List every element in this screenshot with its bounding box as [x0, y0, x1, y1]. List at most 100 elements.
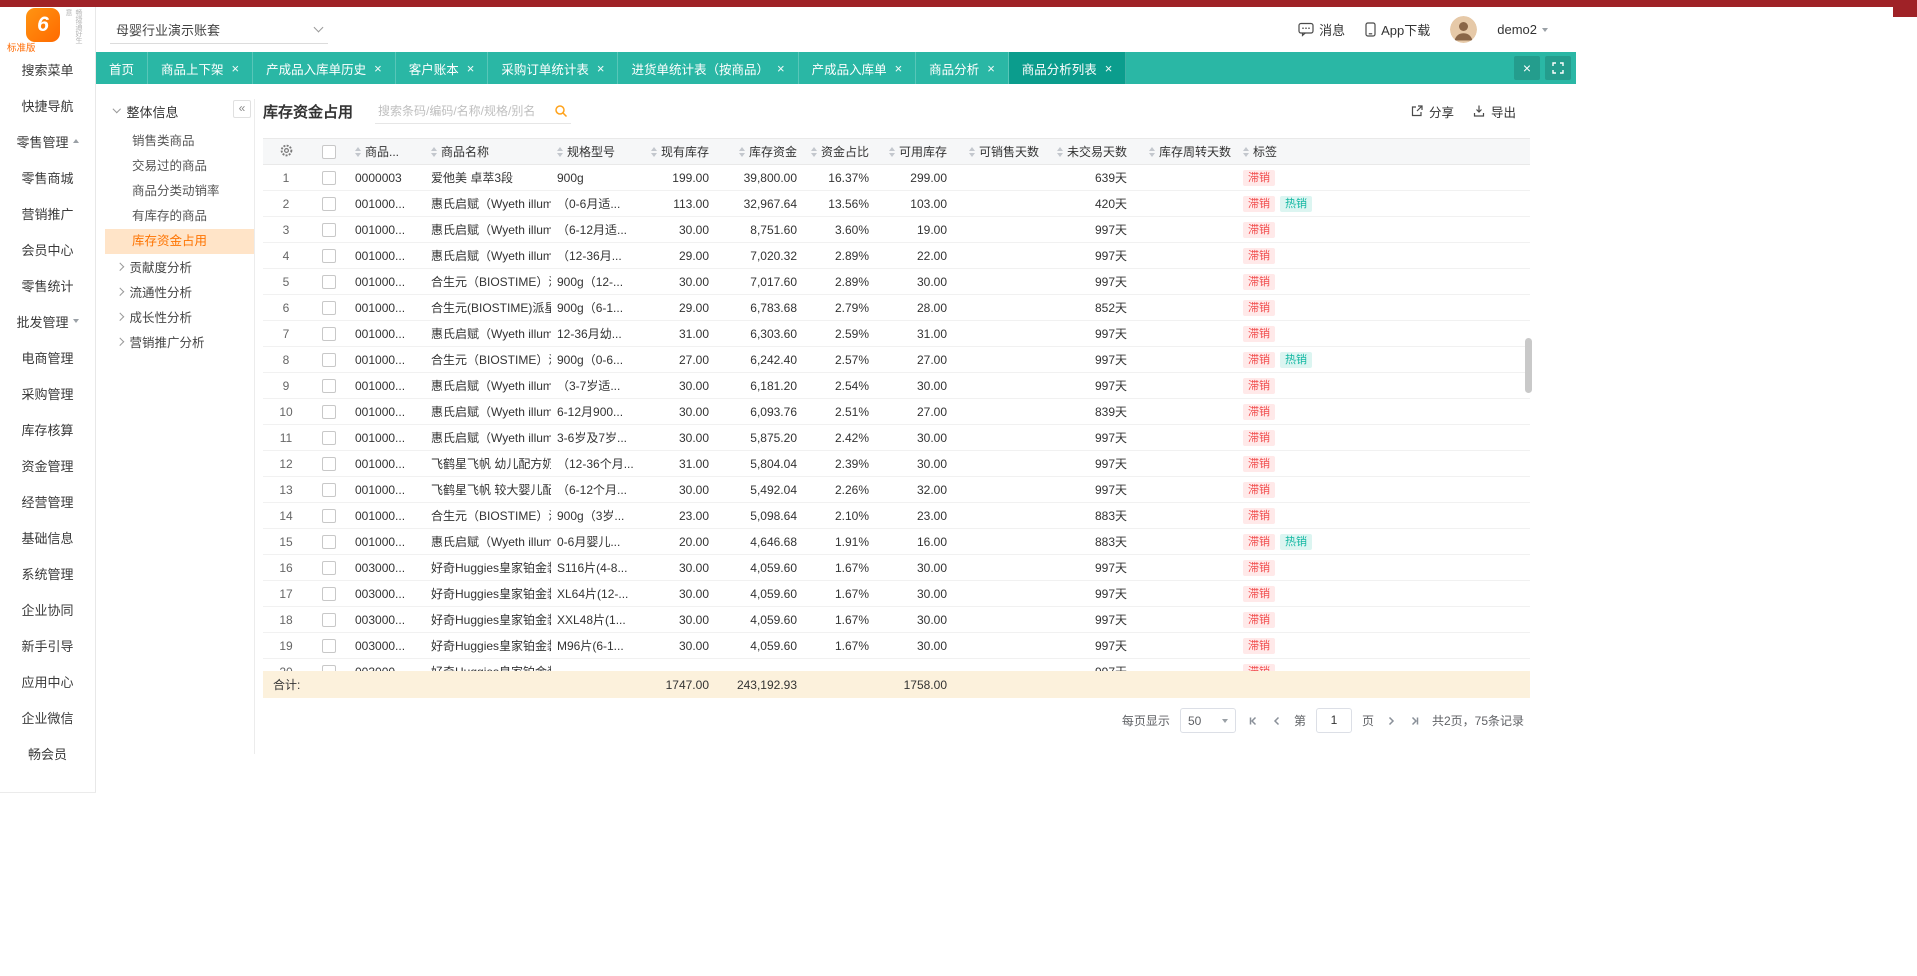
row-checkbox[interactable] [322, 170, 336, 185]
row-checkbox[interactable] [322, 196, 336, 211]
row-checkbox[interactable] [322, 404, 336, 419]
search-input[interactable]: 搜索条码/编码/名称/规格/别名 [375, 98, 572, 124]
column-header[interactable]: 商品... [349, 143, 425, 160]
table-row[interactable]: 19 003000... 好奇Huggies皇家铂金装纸尿裤 M96片(6-1... 3… [263, 633, 1530, 659]
share-button[interactable]: 分享 [1410, 102, 1454, 121]
table-row[interactable]: 10 001000... 惠氏启赋（Wyeth illuma） 6-12月900...… [263, 399, 1530, 425]
table-row[interactable]: 12 001000... 飞鹤星飞帆 幼儿配方奶粉 3 （12-36个月... 31.0… [263, 451, 1530, 477]
tab[interactable]: 客户账本 × [396, 52, 489, 84]
tree-group[interactable]: 贡献度分析 [105, 254, 254, 279]
column-header[interactable]: 规格型号 [551, 143, 639, 160]
tab[interactable]: 首页 [96, 52, 149, 84]
table-row[interactable]: 17 003000... 好奇Huggies皇家铂金装纸尿裤 XL64片(12-...… [263, 581, 1530, 607]
column-header[interactable]: 未交易天数 [1045, 143, 1133, 160]
row-checkbox[interactable] [322, 274, 336, 289]
last-page-button[interactable] [1408, 714, 1422, 728]
tree-item[interactable]: 库存资金占用 [105, 229, 254, 254]
column-header[interactable]: 商品名称 [425, 143, 551, 160]
page-size-select[interactable]: 50 [1179, 708, 1236, 733]
tree-group[interactable]: 成长性分析 [105, 304, 254, 329]
tree-item[interactable]: 商品分类动销率 [105, 179, 254, 204]
table-row[interactable]: 14 001000... 合生元（BIOSTIME）派星3 900g（3岁... 23.… [263, 503, 1530, 529]
sidebar-item[interactable]: 搜索菜单 [0, 51, 95, 87]
table-scrollbar[interactable] [1525, 338, 1532, 393]
sidebar-item[interactable]: 营销推广 [0, 195, 95, 231]
avatar[interactable] [1450, 16, 1478, 43]
row-checkbox[interactable] [322, 222, 336, 237]
tab[interactable]: 商品上下架 × [148, 52, 254, 84]
tab-close-icon[interactable]: × [374, 62, 382, 75]
close-all-tabs-button[interactable]: × [1514, 56, 1540, 80]
fullscreen-button[interactable] [1545, 56, 1571, 80]
sidebar-item[interactable]: 会员中心 [0, 231, 95, 267]
sidebar-item[interactable]: 应用中心 [0, 663, 95, 699]
tab-close-icon[interactable]: × [895, 62, 903, 75]
table-row[interactable]: 1 0000003 爱他美 卓萃3段 900g 199.00 39,800.00 16.37… [263, 165, 1530, 191]
column-header[interactable]: 标签 [1237, 143, 1530, 160]
tab[interactable]: 进货单统计表（按商品） × [618, 52, 799, 84]
table-row[interactable]: 2 001000... 惠氏启赋（Wyeth illuma） （0-6月适... 113… [263, 191, 1530, 217]
sort-icon[interactable] [888, 146, 895, 157]
tab[interactable]: 商品分析 × [916, 52, 1009, 84]
tree-item[interactable]: 有库存的商品 [105, 204, 254, 229]
tree-group[interactable]: 流通性分析 [105, 279, 254, 304]
table-row[interactable]: 5 001000... 合生元（BIOSTIME）派星幼 900g（12-... 30.… [263, 269, 1530, 295]
column-header[interactable]: 资金占比 [803, 143, 875, 160]
row-checkbox[interactable] [322, 482, 336, 497]
collapse-panel-button[interactable]: « [233, 100, 251, 118]
table-row[interactable]: 3 001000... 惠氏启赋（Wyeth illuma） （6-12月适... 30… [263, 217, 1530, 243]
top-right-red-tab[interactable] [1893, 0, 1917, 17]
first-page-button[interactable] [1246, 714, 1260, 728]
tab[interactable]: 产成品入库单 × [799, 52, 917, 84]
row-checkbox[interactable] [322, 300, 336, 315]
sidebar-item[interactable]: 系统管理 [0, 555, 95, 591]
table-row[interactable]: 8 001000... 合生元（BIOSTIME）派星3 900g（0-6... 27.… [263, 347, 1530, 373]
table-row[interactable]: 13 001000... 飞鹤星飞帆 较大婴儿配方奶 （6-12个月... 30.00 5… [263, 477, 1530, 503]
table-row[interactable]: 4 001000... 惠氏启赋（Wyeth illuma） （12-36月... 29… [263, 243, 1530, 269]
prev-page-button[interactable] [1270, 714, 1284, 728]
account-selector[interactable]: 母婴行业演示账套 [110, 16, 328, 44]
page-number-input[interactable]: 1 [1315, 708, 1352, 733]
table-row[interactable]: 20 003000...好奇Huggies皇家铂金装纸尿裤 997天 滞销 [263, 659, 1530, 671]
row-checkbox[interactable] [322, 534, 336, 549]
column-header[interactable]: 可用库存 [875, 143, 953, 160]
row-checkbox[interactable] [322, 508, 336, 523]
sort-icon[interactable] [431, 146, 437, 157]
tab-close-icon[interactable]: × [232, 62, 240, 75]
sort-icon[interactable] [355, 146, 361, 157]
sidebar-item[interactable]: 零售商城 [0, 159, 95, 195]
sort-icon[interactable] [968, 146, 975, 157]
next-page-button[interactable] [1384, 714, 1398, 728]
table-row[interactable]: 18 003000... 好奇Huggies皇家铂金装纸拉裤 XXL48片(1... 3… [263, 607, 1530, 633]
row-checkbox[interactable] [322, 456, 336, 471]
row-checkbox[interactable] [322, 326, 336, 341]
column-header[interactable]: 现有库存 [639, 143, 715, 160]
row-checkbox[interactable] [322, 248, 336, 263]
tab[interactable]: 采购订单统计表 × [488, 52, 619, 84]
export-button[interactable]: 导出 [1472, 102, 1516, 121]
sort-icon[interactable] [738, 146, 745, 157]
tree-group[interactable]: 营销推广分析 [105, 329, 254, 354]
row-checkbox[interactable] [322, 560, 336, 575]
column-settings[interactable] [263, 143, 309, 161]
table-row[interactable]: 6 001000... 合生元(BIOSTIME)派星较大 900g（6-1... 29… [263, 295, 1530, 321]
sort-icon[interactable] [650, 146, 657, 157]
row-checkbox[interactable] [322, 638, 336, 653]
table-row[interactable]: 16 003000... 好奇Huggies皇家铂金装纸尿裤 S116片(4-8...… [263, 555, 1530, 581]
sort-icon[interactable] [557, 146, 563, 157]
tab[interactable]: 产成品入库单历史 × [253, 52, 396, 84]
row-checkbox[interactable] [322, 664, 336, 671]
tab-close-icon[interactable]: × [777, 62, 785, 75]
sidebar-item[interactable]: 企业微信 [0, 699, 95, 735]
sidebar-item[interactable]: 零售统计 [0, 267, 95, 303]
row-checkbox[interactable] [322, 586, 336, 601]
app-download-button[interactable]: App下载 [1365, 20, 1430, 39]
sidebar-item[interactable]: 畅会员 [0, 735, 95, 771]
sidebar-item[interactable]: 新手引导 [0, 627, 95, 663]
select-all-checkbox[interactable] [322, 144, 336, 159]
row-checkbox[interactable] [322, 378, 336, 393]
sidebar-item[interactable]: 基础信息 [0, 519, 95, 555]
tree-item[interactable]: 交易过的商品 [105, 154, 254, 179]
sidebar-item[interactable]: 企业协同 [0, 591, 95, 627]
tab-close-icon[interactable]: × [1105, 62, 1113, 75]
